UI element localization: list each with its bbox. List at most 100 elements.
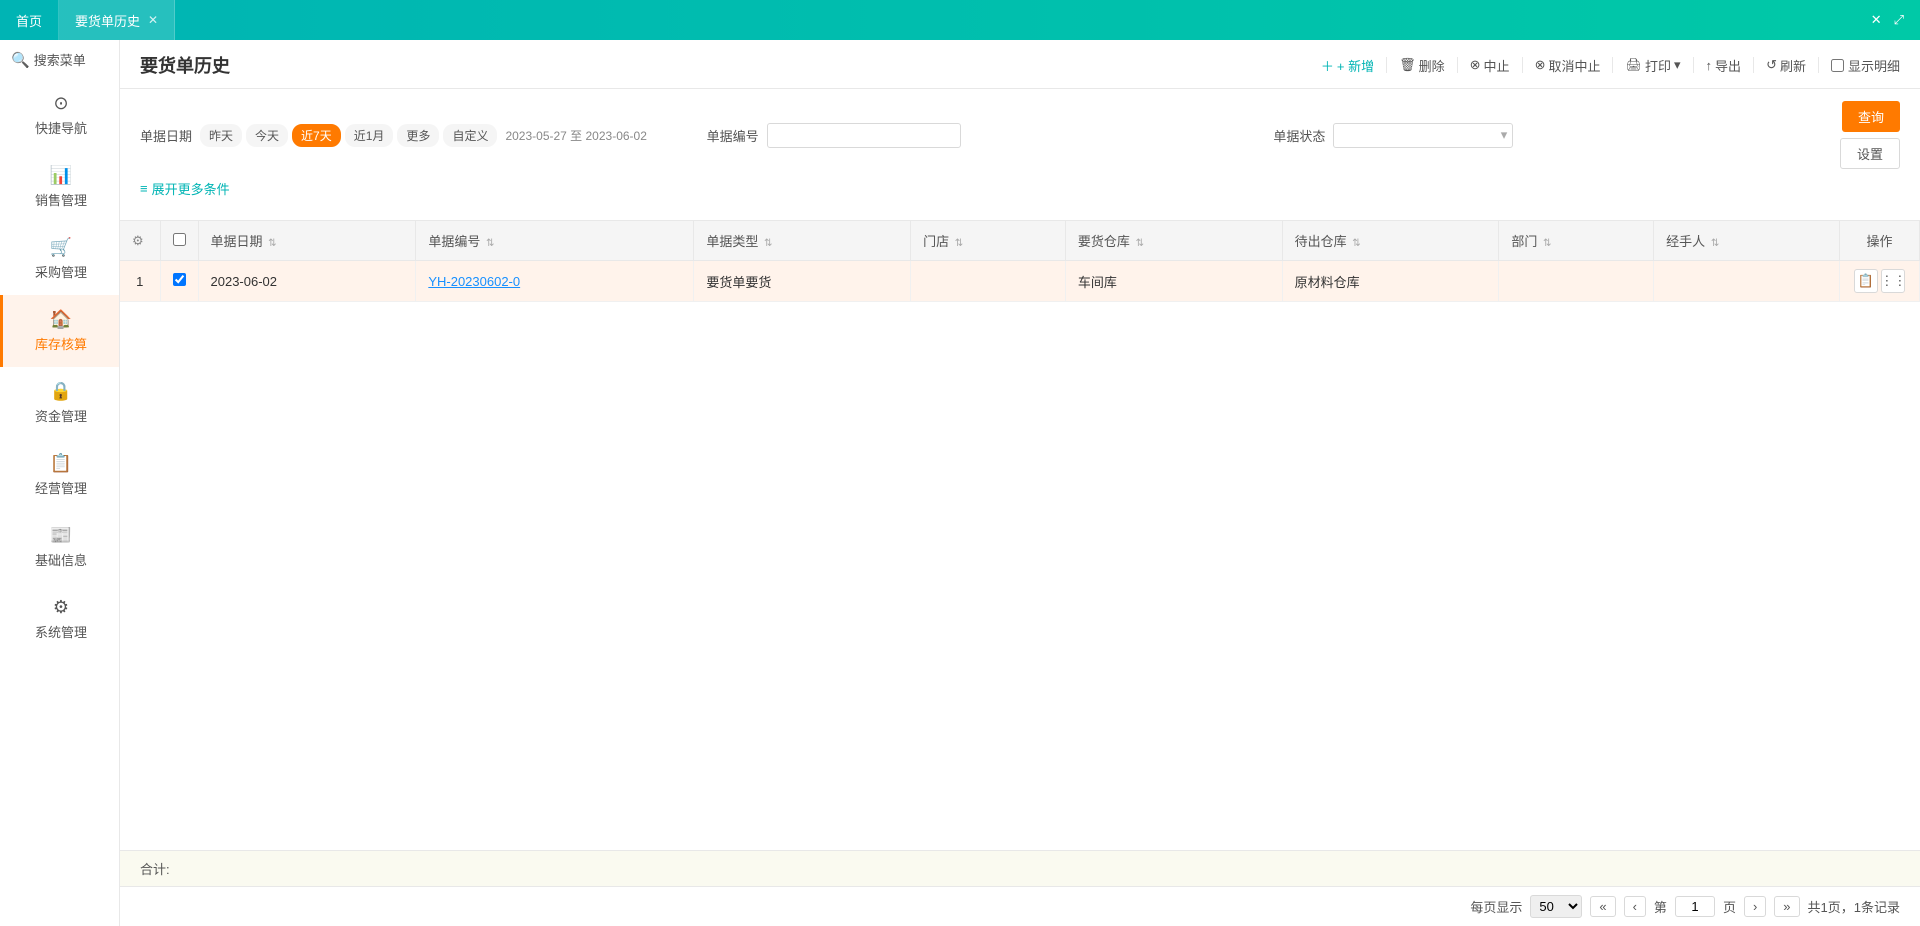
billno-input[interactable] <box>767 123 961 148</box>
first-page-button[interactable]: « <box>1590 896 1615 917</box>
stop-button[interactable]: ⊗ 中止 <box>1470 56 1510 75</box>
refresh-button[interactable]: ↺ 刷新 <box>1766 56 1806 75</box>
select-all-checkbox[interactable] <box>173 233 186 246</box>
date-btn-1month[interactable]: 近1月 <box>345 124 394 147</box>
toolbar-divider-5 <box>1693 57 1694 73</box>
toolbar-divider-6 <box>1753 57 1754 73</box>
sidebar-item-system[interactable]: ⚙ 系统管理 <box>0 583 119 655</box>
sort-reqwh-icon[interactable]: ⇅ <box>1136 238 1144 249</box>
per-page-select[interactable]: 50 100 200 <box>1530 895 1582 918</box>
td-checkbox <box>160 261 198 302</box>
top-bar-right: ✕ ⤢ <box>1855 12 1920 28</box>
billno-filter-group: 单据编号 <box>707 123 1250 148</box>
status-select[interactable] <box>1333 123 1513 148</box>
toolbar-divider-3 <box>1522 57 1523 73</box>
system-icon: ⚙ <box>53 597 69 618</box>
td-date: 2023-06-02 <box>198 261 416 302</box>
window-close-icon[interactable]: ✕ <box>1871 12 1882 28</box>
sort-handler-icon[interactable]: ⇅ <box>1711 238 1719 249</box>
sidebar-item-quick-nav[interactable]: ⊙ 快捷导航 <box>0 79 119 151</box>
row-edit-button[interactable]: 📋 <box>1854 269 1878 293</box>
content-area: 要货单历史 ＋ + 新增 🗑 删除 ⊗ 中止 <box>120 40 1920 926</box>
table-header-row: ⚙ 单据日期 ⇅ 单据编号 ⇅ 单据类型 <box>120 221 1920 261</box>
print-button[interactable]: 🖨 打印 ▾ <box>1625 56 1680 75</box>
sidebar-item-finance[interactable]: 🔒 资金管理 <box>0 367 119 439</box>
search-icon: 🔍 <box>11 51 30 69</box>
tab-order-history[interactable]: 要货单历史 ✕ <box>59 0 175 40</box>
th-billno: 单据编号 ⇅ <box>416 221 694 261</box>
td-store <box>911 261 1066 302</box>
sidebar-item-operation[interactable]: 📋 经营管理 <box>0 439 119 511</box>
next-page-button[interactable]: › <box>1744 896 1766 917</box>
finance-icon: 🔒 <box>50 381 72 402</box>
td-billno[interactable]: YH-20230602-0 <box>416 261 694 302</box>
th-settings[interactable]: ⚙ <box>120 221 160 261</box>
row-more-button[interactable]: ⋮⋮ <box>1881 269 1905 293</box>
quick-nav-icon: ⊙ <box>53 93 68 114</box>
top-bar: 首页 要货单历史 ✕ ✕ ⤢ <box>0 0 1920 40</box>
sidebar-item-basic[interactable]: 📰 基础信息 <box>0 511 119 583</box>
setting-button[interactable]: 设置 <box>1840 138 1900 169</box>
td-reqwarehouse: 车间库 <box>1065 261 1282 302</box>
status-select-wrap <box>1333 123 1513 148</box>
export-button[interactable]: ↑ 导出 <box>1706 56 1742 75</box>
billno-label: 单据编号 <box>707 126 759 145</box>
cancel-stop-icon: ⊗ <box>1535 57 1546 73</box>
status-label: 单据状态 <box>1273 126 1325 145</box>
td-num: 1 <box>120 261 160 302</box>
date-filter-label: 单据日期 <box>140 126 192 145</box>
sidebar-item-purchase[interactable]: 🛒 采购管理 <box>0 223 119 295</box>
date-filter-group: 单据日期 昨天 今天 近7天 近1月 更多 自定义 2023-05-27 至 2… <box>140 124 683 147</box>
page-title-row: 要货单历史 ＋ + 新增 🗑 删除 ⊗ 中止 <box>140 52 1900 78</box>
tab-close-icon[interactable]: ✕ <box>148 13 158 27</box>
operation-icon: 📋 <box>50 453 72 474</box>
sort-date-icon[interactable]: ⇅ <box>268 238 276 249</box>
th-checkbox <box>160 221 198 261</box>
expand-more-button[interactable]: ≡ 展开更多条件 <box>140 179 230 198</box>
toolbar-divider-4 <box>1612 57 1613 73</box>
delete-button[interactable]: 🗑 删除 <box>1399 56 1445 75</box>
th-pendingwarehouse: 待出仓库 ⇅ <box>1282 221 1499 261</box>
date-btn-more[interactable]: 更多 <box>397 124 439 147</box>
filter-row-2: ≡ 展开更多条件 <box>140 179 1900 198</box>
page-title: 要货单历史 <box>140 52 230 78</box>
sidebar-item-sales[interactable]: 📊 销售管理 <box>0 151 119 223</box>
new-icon: ＋ <box>1321 56 1334 75</box>
new-button[interactable]: ＋ + 新增 <box>1321 56 1374 75</box>
sort-billno-icon[interactable]: ⇅ <box>486 238 494 249</box>
td-dept <box>1499 261 1654 302</box>
table-row: 1 2023-06-02 YH-20230602-0 要货单要货 车间库 原材料… <box>120 261 1920 302</box>
display-toggle[interactable]: 显示明细 <box>1831 56 1900 75</box>
table-footer: 合计: <box>120 850 1920 886</box>
query-button[interactable]: 查询 <box>1842 101 1900 132</box>
last-page-button[interactable]: » <box>1774 896 1799 917</box>
date-btn-7days[interactable]: 近7天 <box>292 124 341 147</box>
toolbar-divider-2 <box>1457 57 1458 73</box>
window-resize-icon[interactable]: ⤢ <box>1894 12 1904 28</box>
toolbar-divider-1 <box>1386 57 1387 73</box>
sort-store-icon[interactable]: ⇅ <box>955 238 963 249</box>
sort-pendingwh-icon[interactable]: ⇅ <box>1352 238 1360 249</box>
main-table: ⚙ 单据日期 ⇅ 单据编号 ⇅ 单据类型 <box>120 221 1920 302</box>
filter-area: 单据日期 昨天 今天 近7天 近1月 更多 自定义 2023-05-27 至 2… <box>120 89 1920 221</box>
page-number-input[interactable] <box>1675 896 1715 917</box>
page-header: 要货单历史 ＋ + 新增 🗑 删除 ⊗ 中止 <box>120 40 1920 89</box>
prev-page-button[interactable]: ‹ <box>1624 896 1646 917</box>
date-btn-custom[interactable]: 自定义 <box>443 124 497 147</box>
sort-billtype-icon[interactable]: ⇅ <box>764 238 772 249</box>
export-icon: ↑ <box>1706 58 1713 73</box>
expand-icon: ≡ <box>140 181 148 196</box>
date-btn-today[interactable]: 今天 <box>246 124 288 147</box>
th-billtype: 单据类型 ⇅ <box>694 221 911 261</box>
sidebar-search[interactable]: 🔍 搜索菜单 <box>0 40 119 79</box>
th-handler: 经手人 ⇅ <box>1654 221 1840 261</box>
sidebar-item-inventory[interactable]: 🏠 库存核算 <box>0 295 119 367</box>
row-checkbox[interactable] <box>173 273 186 286</box>
toolbar: ＋ + 新增 🗑 删除 ⊗ 中止 ⊗ <box>1321 56 1900 75</box>
tab-home[interactable]: 首页 <box>0 0 59 40</box>
date-btn-yesterday[interactable]: 昨天 <box>200 124 242 147</box>
cancel-stop-button[interactable]: ⊗ 取消中止 <box>1535 56 1601 75</box>
display-checkbox[interactable] <box>1831 59 1844 72</box>
td-pendingwarehouse: 原材料仓库 <box>1282 261 1499 302</box>
sort-dept-icon[interactable]: ⇅ <box>1543 238 1551 249</box>
